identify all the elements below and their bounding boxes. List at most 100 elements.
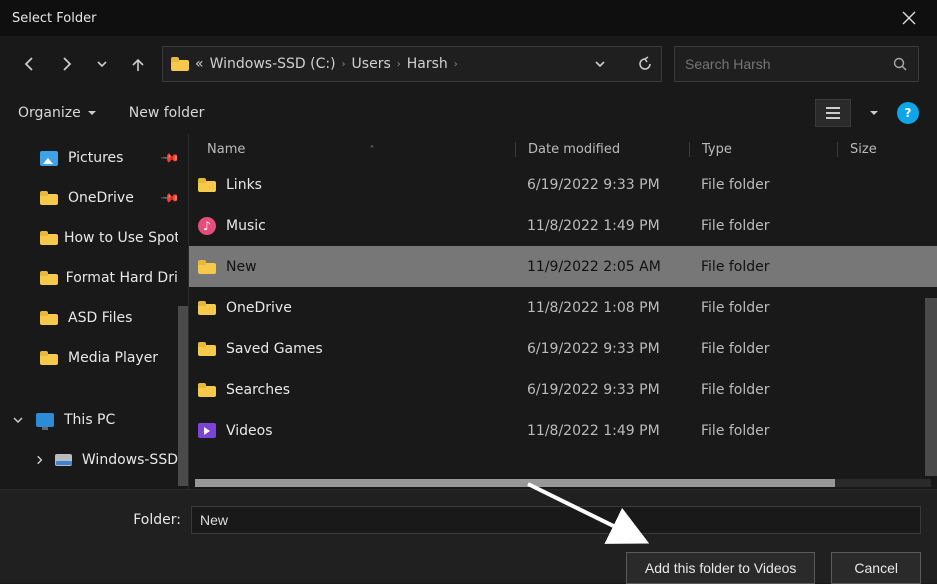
file-row[interactable]: ♪Music11/8/2022 1:49 PMFile folder xyxy=(189,205,937,246)
sidebar-item-label: OneDrive xyxy=(68,190,134,206)
chevron-right-icon xyxy=(34,454,45,466)
sidebar-item-label: ASD Files xyxy=(68,310,132,326)
sidebar-item-drive[interactable]: Windows-SSD xyxy=(0,440,188,480)
arrow-left-icon xyxy=(21,55,39,73)
file-date: 6/19/2022 9:33 PM xyxy=(515,382,689,398)
close-button[interactable] xyxy=(893,2,925,34)
view-options-button[interactable] xyxy=(815,99,851,127)
folder-icon xyxy=(40,191,58,205)
address-leading: « xyxy=(195,56,204,72)
music-icon: ♪ xyxy=(198,217,216,235)
file-name: Links xyxy=(226,177,262,193)
sidebar-item-label: Pictures xyxy=(68,150,123,166)
sidebar-item-pictures[interactable]: Pictures 📌 xyxy=(0,138,188,178)
file-date: 6/19/2022 9:33 PM xyxy=(515,341,689,357)
caret-down-icon xyxy=(87,108,97,118)
footer: Folder: Add this folder to Videos Cancel xyxy=(0,490,937,583)
sidebar-scrollbar[interactable] xyxy=(178,138,188,485)
main-area: Pictures 📌 OneDrive 📌 How to Use Spotlig… xyxy=(0,134,937,490)
search-box[interactable] xyxy=(674,46,919,82)
chevron-down-icon xyxy=(95,57,109,71)
breadcrumb[interactable]: Harsh xyxy=(407,56,448,72)
file-type: File folder xyxy=(689,382,837,398)
sidebar-item-label: Windows-SSD xyxy=(82,452,178,468)
breadcrumb[interactable]: Windows-SSD (C:) xyxy=(210,56,336,72)
refresh-button[interactable] xyxy=(637,56,653,72)
scrollbar-thumb[interactable] xyxy=(178,306,188,486)
file-row[interactable]: Links6/19/2022 9:33 PMFile folder xyxy=(189,164,937,205)
sidebar-item-onedrive[interactable]: OneDrive 📌 xyxy=(0,178,188,218)
sidebar-item-folder[interactable]: ASD Files xyxy=(0,298,188,338)
breadcrumb[interactable]: Users xyxy=(352,56,391,72)
file-name: Videos xyxy=(226,423,273,439)
address-bar[interactable]: « Windows-SSD (C:) › Users › Harsh › xyxy=(162,46,662,82)
column-header-name[interactable]: Name ˄ xyxy=(189,142,515,157)
titlebar: Select Folder xyxy=(0,0,937,36)
new-folder-label: New folder xyxy=(129,105,205,121)
sidebar-item-label: This PC xyxy=(64,412,115,428)
sidebar-item-folder[interactable]: How to Use Spotlight xyxy=(0,218,188,258)
folder-icon xyxy=(198,301,216,315)
list-view-icon xyxy=(825,106,841,120)
scrollbar-thumb[interactable] xyxy=(195,479,835,487)
organize-label: Organize xyxy=(18,105,81,121)
arrow-right-icon xyxy=(57,55,75,73)
folder-icon xyxy=(40,271,56,285)
file-pane: Name ˄ Date modified Type Size Links6/19… xyxy=(188,134,937,489)
address-dropdown[interactable] xyxy=(593,57,607,71)
close-icon xyxy=(902,11,916,25)
sidebar-item-this-pc[interactable]: This PC xyxy=(0,400,188,440)
folder-field-label: Folder: xyxy=(16,512,181,528)
up-button[interactable] xyxy=(126,52,150,76)
column-header-type[interactable]: Type xyxy=(689,142,837,157)
recent-dropdown[interactable] xyxy=(90,52,114,76)
horizontal-scrollbar[interactable] xyxy=(195,479,931,487)
file-type: File folder xyxy=(689,218,837,234)
sidebar-item-folder[interactable]: Format Hard Drive xyxy=(0,258,188,298)
sidebar-item-folder[interactable]: Media Player xyxy=(0,338,188,378)
vertical-scrollbar[interactable] xyxy=(925,164,937,475)
drive-icon xyxy=(55,454,72,466)
caret-down-icon[interactable] xyxy=(869,108,879,118)
column-header-date[interactable]: Date modified xyxy=(515,142,689,157)
search-icon xyxy=(892,56,908,72)
folder-icon xyxy=(171,57,189,71)
new-folder-button[interactable]: New folder xyxy=(129,105,205,121)
file-name: Saved Games xyxy=(226,341,323,357)
cancel-button[interactable]: Cancel xyxy=(831,552,921,584)
file-date: 11/8/2022 1:08 PM xyxy=(515,300,689,316)
file-type: File folder xyxy=(689,259,837,275)
organize-dropdown[interactable]: Organize xyxy=(18,105,97,121)
file-type: File folder xyxy=(689,423,837,439)
folder-icon xyxy=(40,231,54,245)
folder-name-input[interactable] xyxy=(191,506,921,534)
file-row[interactable]: Searches 6/19/2022 9:33 PMFile folder xyxy=(189,369,937,410)
folder-icon xyxy=(40,311,58,325)
window-title: Select Folder xyxy=(12,11,96,26)
file-type: File folder xyxy=(689,300,837,316)
refresh-icon xyxy=(637,56,653,72)
back-button[interactable] xyxy=(18,52,42,76)
add-folder-button[interactable]: Add this folder to Videos xyxy=(626,552,816,584)
file-list: Links6/19/2022 9:33 PMFile folder♪Music1… xyxy=(189,164,937,451)
sort-indicator-icon: ˄ xyxy=(370,145,375,156)
chevron-right-icon: › xyxy=(397,59,401,70)
folder-icon xyxy=(40,351,58,365)
help-button[interactable]: ? xyxy=(897,102,919,124)
folder-icon xyxy=(198,260,216,274)
file-row[interactable]: Videos11/8/2022 1:49 PMFile folder xyxy=(189,410,937,451)
file-type: File folder xyxy=(689,177,837,193)
chevron-down-icon xyxy=(593,57,607,71)
file-row[interactable]: OneDrive11/8/2022 1:08 PMFile folder xyxy=(189,287,937,328)
file-row[interactable]: New11/9/2022 2:05 AMFile folder xyxy=(189,246,937,287)
column-header-size[interactable]: Size xyxy=(837,142,937,157)
file-row[interactable]: Saved Games6/19/2022 9:33 PMFile folder xyxy=(189,328,937,369)
sidebar-item-label: How to Use Spotlight xyxy=(64,230,178,246)
file-name: Searches xyxy=(226,382,290,398)
folder-icon xyxy=(198,342,216,356)
forward-button[interactable] xyxy=(54,52,78,76)
sidebar: Pictures 📌 OneDrive 📌 How to Use Spotlig… xyxy=(0,134,188,489)
search-input[interactable] xyxy=(685,56,892,72)
video-icon xyxy=(198,423,216,438)
scrollbar-thumb[interactable] xyxy=(925,298,937,476)
